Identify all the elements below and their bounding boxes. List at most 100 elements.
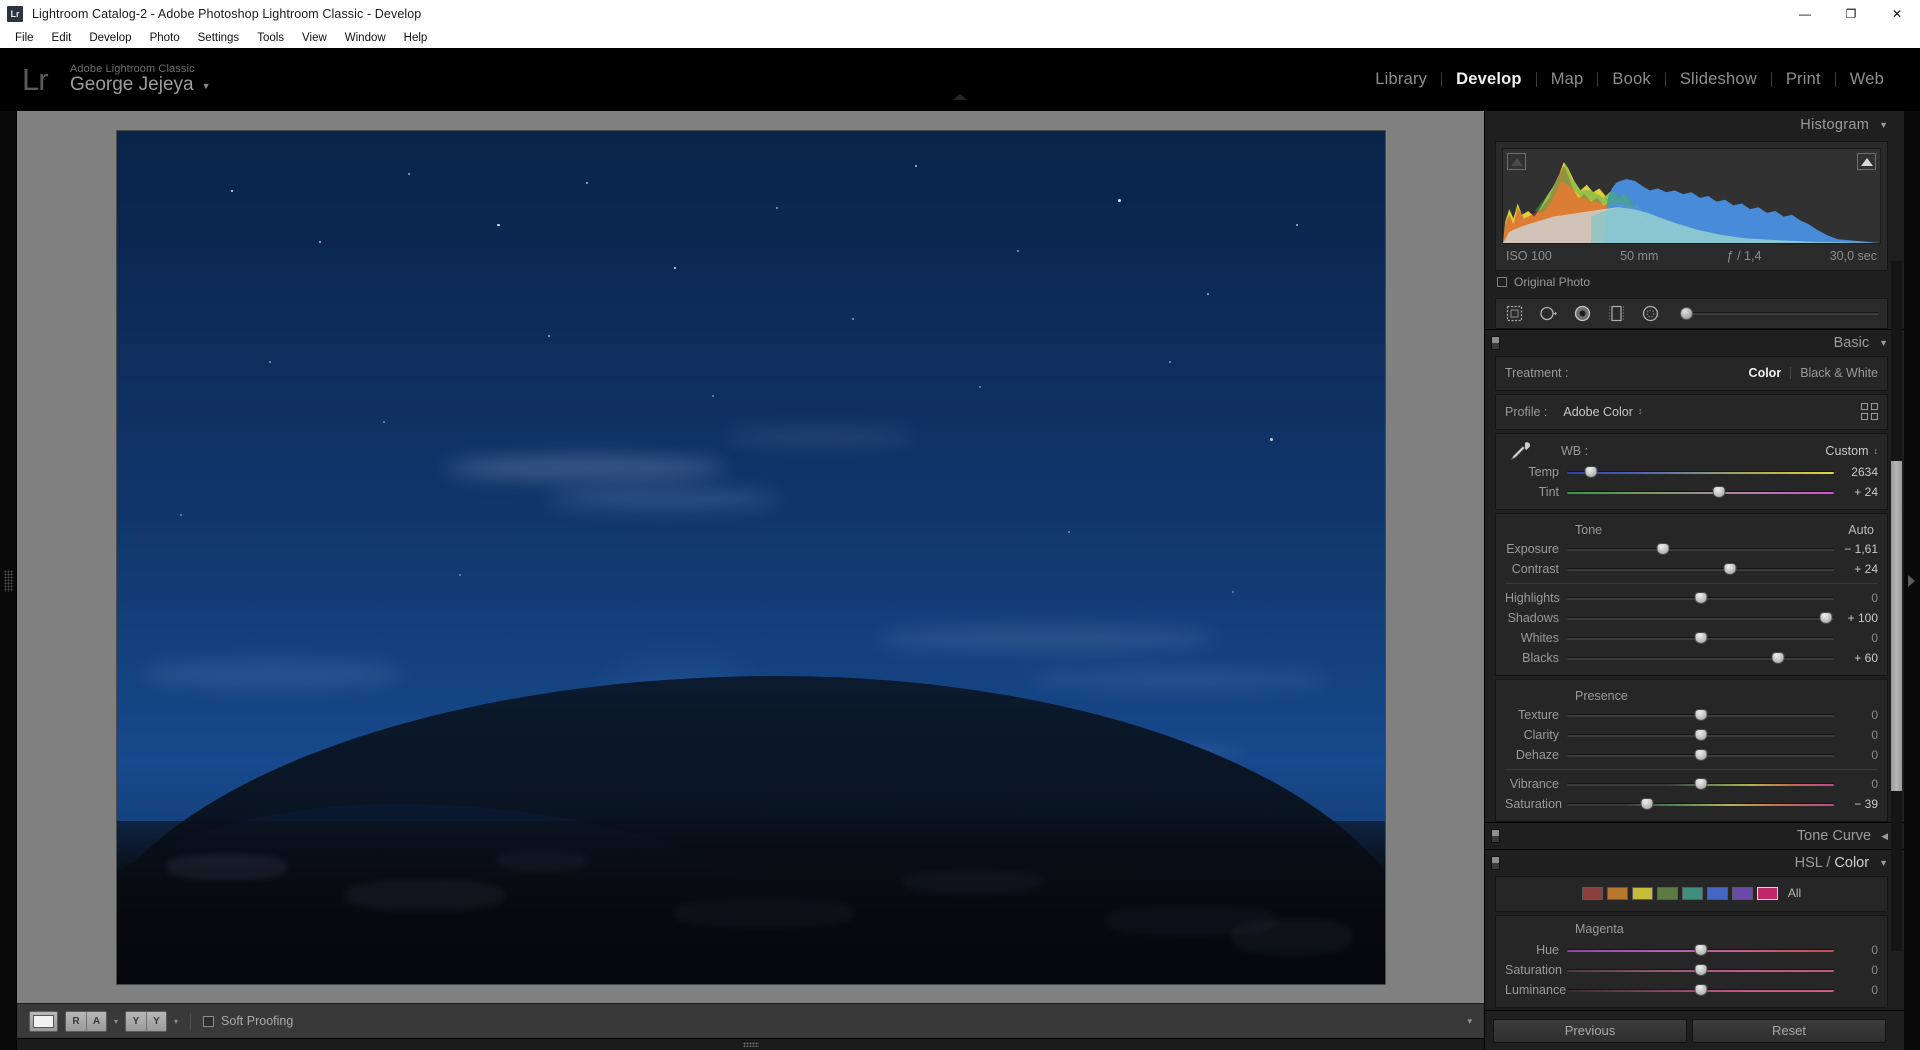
menu-help[interactable]: Help	[395, 30, 437, 46]
right-panel-toggle[interactable]	[1904, 111, 1920, 1050]
dehaze-value[interactable]: 0	[1834, 748, 1878, 762]
right-panel-scrollbar[interactable]	[1891, 261, 1902, 951]
toolbar-options-chevron-icon[interactable]: ▾	[1467, 1016, 1472, 1027]
tint-slider-knob[interactable]	[1712, 486, 1726, 498]
vibrance-slider[interactable]	[1567, 777, 1834, 791]
vibrance-value[interactable]: 0	[1834, 777, 1878, 791]
tint-slider[interactable]	[1567, 485, 1834, 499]
contrast-slider-knob[interactable]	[1723, 563, 1737, 575]
hsl-swatch-orange[interactable]	[1606, 886, 1628, 900]
texture-value[interactable]: 0	[1834, 708, 1878, 722]
before-after-ra-button[interactable]: R A	[65, 1010, 107, 1032]
chevron-down-icon[interactable]: ▼	[1879, 858, 1888, 868]
before-after-yy-button[interactable]: Y Y	[125, 1010, 168, 1032]
luminance-slider-knob[interactable]	[1694, 984, 1707, 996]
chevron-down-icon[interactable]: ▼	[202, 81, 211, 95]
hue-value[interactable]: 0	[1834, 943, 1878, 957]
menu-settings[interactable]: Settings	[189, 30, 249, 46]
highlight-clipping-indicator[interactable]	[1857, 153, 1876, 170]
menu-photo[interactable]: Photo	[141, 30, 189, 46]
tone-curve-panel-switch[interactable]	[1491, 829, 1500, 843]
chevron-left-icon[interactable]: ◀	[1881, 831, 1888, 842]
module-library[interactable]: Library	[1361, 70, 1441, 89]
hsl-saturation-slider-knob[interactable]	[1694, 964, 1707, 976]
white-balance-value[interactable]: Custom	[1825, 444, 1868, 458]
whites-value[interactable]: 0	[1834, 631, 1878, 645]
brush-amount-knob[interactable]	[1680, 307, 1693, 320]
histogram-graph[interactable]	[1502, 148, 1881, 244]
vibrance-slider-knob[interactable]	[1694, 778, 1707, 790]
module-map[interactable]: Map	[1537, 70, 1598, 89]
original-photo-checkbox[interactable]	[1497, 277, 1507, 287]
menu-develop[interactable]: Develop	[80, 30, 140, 46]
chevron-down-icon[interactable]: ▾	[174, 1017, 178, 1026]
module-print[interactable]: Print	[1772, 70, 1835, 89]
right-panel-scroll-area[interactable]: Histogram ▼ ISO 100 50 mm ƒ / 1,4 30,0 s…	[1485, 111, 1904, 1010]
soft-proofing-checkbox[interactable]	[203, 1015, 215, 1027]
reset-button[interactable]: Reset	[1692, 1018, 1886, 1043]
menu-view[interactable]: View	[293, 30, 336, 46]
whites-slider[interactable]	[1567, 631, 1834, 645]
clarity-value[interactable]: 0	[1834, 728, 1878, 742]
highlights-slider-knob[interactable]	[1694, 592, 1707, 604]
contrast-slider[interactable]	[1567, 562, 1834, 576]
exposure-slider[interactable]	[1567, 542, 1834, 556]
menu-tools[interactable]: Tools	[248, 30, 293, 46]
close-icon[interactable]: ✕	[1874, 0, 1920, 27]
loupe-view-button[interactable]	[29, 1010, 58, 1032]
module-web[interactable]: Web	[1836, 70, 1898, 89]
exposure-value[interactable]: − 1,61	[1834, 542, 1878, 556]
dehaze-slider[interactable]	[1567, 748, 1834, 762]
shadow-clipping-indicator[interactable]	[1507, 153, 1526, 170]
red-eye-tool-icon[interactable]	[1572, 303, 1593, 324]
module-develop[interactable]: Develop	[1442, 70, 1536, 89]
shadows-slider-knob[interactable]	[1819, 612, 1833, 624]
left-panel-toggle[interactable]	[0, 111, 17, 1050]
white-balance-selector-icon[interactable]	[1505, 440, 1535, 462]
module-book[interactable]: Book	[1598, 70, 1664, 89]
highlights-slider[interactable]	[1567, 591, 1834, 605]
hue-slider-knob[interactable]	[1694, 944, 1707, 956]
luminance-slider[interactable]	[1567, 983, 1834, 997]
brush-amount-slider[interactable]	[1680, 307, 1879, 320]
highlights-value[interactable]: 0	[1834, 591, 1878, 605]
hue-slider[interactable]	[1567, 943, 1834, 957]
profile-value[interactable]: Adobe Color	[1563, 405, 1633, 419]
hsl-saturation-slider[interactable]	[1567, 963, 1834, 977]
treatment-color-option[interactable]: Color	[1749, 366, 1782, 380]
tint-value[interactable]: + 24	[1834, 485, 1878, 499]
blacks-slider[interactable]	[1567, 651, 1834, 665]
hsl-color-panel-switch[interactable]	[1491, 856, 1500, 870]
previous-button[interactable]: Previous	[1493, 1018, 1687, 1043]
exposure-slider-knob[interactable]	[1656, 543, 1670, 555]
maximize-icon[interactable]: ❐	[1828, 0, 1874, 27]
filmstrip-toggle[interactable]	[17, 1038, 1484, 1050]
hsl-title-active[interactable]: Color	[1834, 855, 1869, 871]
hsl-swatch-aqua[interactable]	[1681, 886, 1703, 900]
hsl-color-panel-header[interactable]: HSL / Color ▼	[1485, 849, 1904, 876]
histogram-panel-header[interactable]: Histogram ▼	[1485, 111, 1904, 139]
image-canvas[interactable]	[17, 111, 1484, 1003]
chevron-down-icon[interactable]: ▼	[1879, 338, 1888, 348]
clarity-slider[interactable]	[1567, 728, 1834, 742]
whites-slider-knob[interactable]	[1694, 632, 1707, 644]
radial-filter-tool-icon[interactable]	[1640, 303, 1661, 324]
blacks-slider-knob[interactable]	[1771, 652, 1785, 664]
white-balance-stepper-icon[interactable]: ↕	[1874, 446, 1879, 456]
original-photo-row[interactable]: Original Photo	[1485, 271, 1904, 296]
temp-value[interactable]: 2634	[1834, 465, 1878, 479]
minimize-icon[interactable]: —	[1782, 0, 1828, 27]
treatment-bw-option[interactable]: Black & White	[1800, 366, 1878, 380]
menu-window[interactable]: Window	[336, 30, 395, 46]
identity-plate[interactable]: Adobe Lightroom Classic George Jejeya ▼	[70, 63, 211, 95]
hsl-swatch-red[interactable]	[1581, 886, 1603, 900]
hsl-saturation-value[interactable]: 0	[1834, 963, 1878, 977]
hsl-swatch-magenta[interactable]	[1756, 886, 1778, 900]
spot-removal-tool-icon[interactable]	[1538, 303, 1559, 324]
texture-slider[interactable]	[1567, 708, 1834, 722]
hsl-all-button[interactable]: All	[1788, 886, 1801, 900]
photo-preview[interactable]	[116, 130, 1385, 984]
saturation-slider[interactable]	[1567, 797, 1834, 811]
menu-edit[interactable]: Edit	[43, 30, 81, 46]
hsl-swatch-green[interactable]	[1656, 886, 1678, 900]
